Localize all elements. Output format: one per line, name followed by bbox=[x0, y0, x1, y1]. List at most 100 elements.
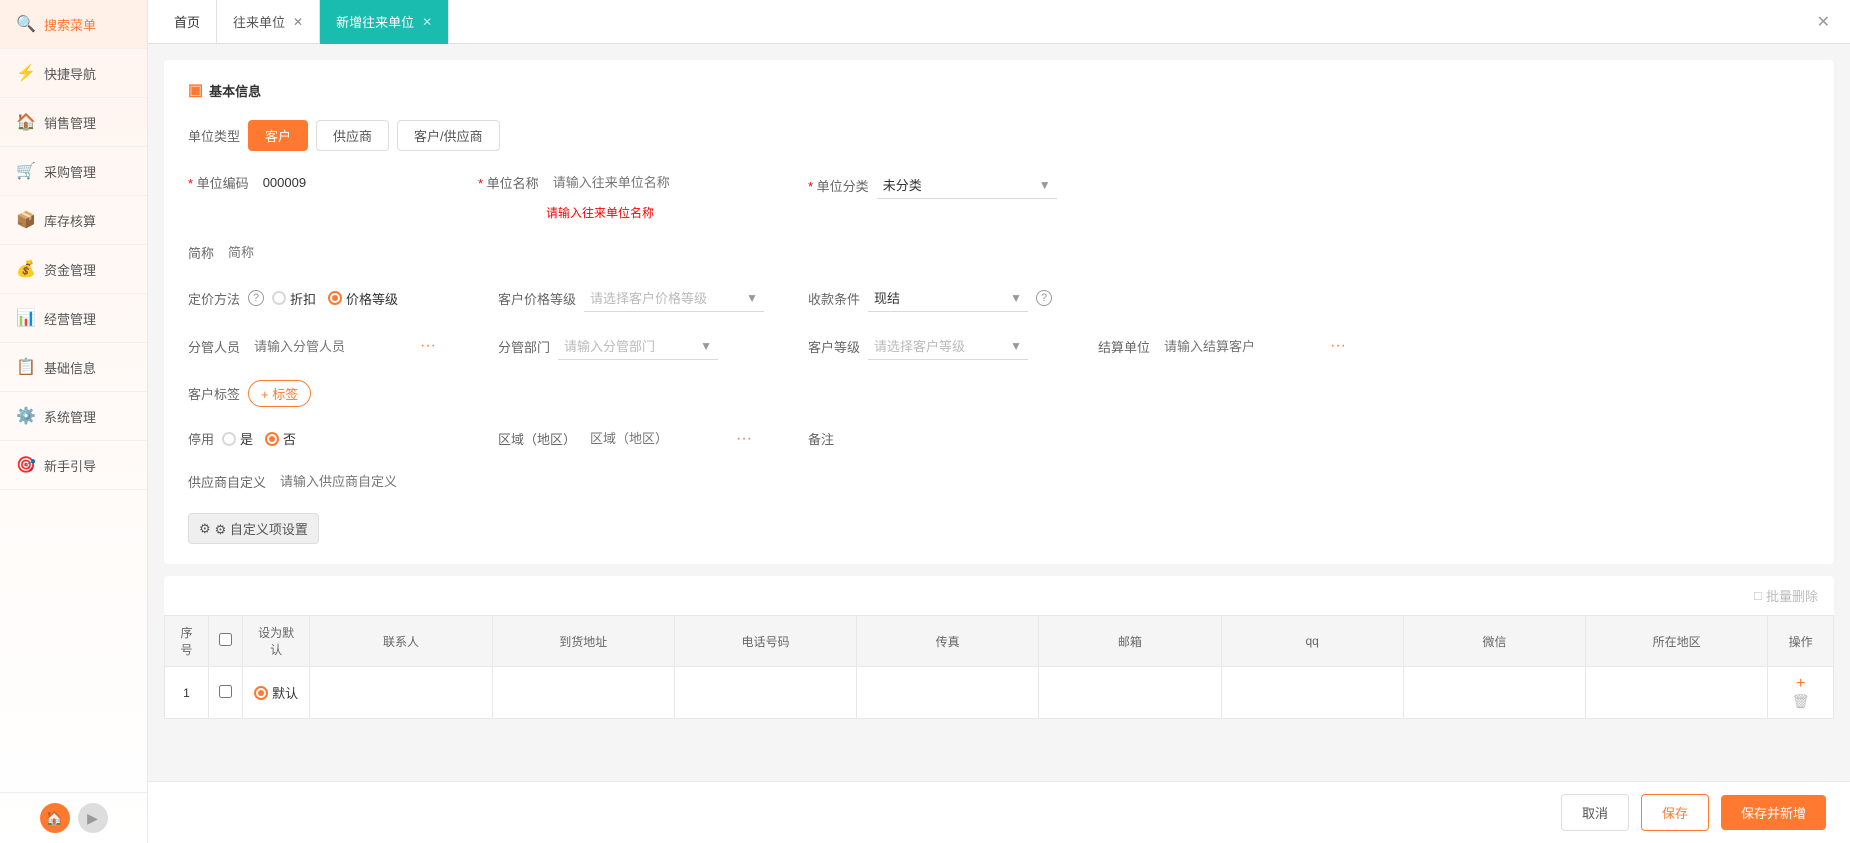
tag-row: 客户标签 + 标签 bbox=[188, 380, 1810, 407]
sidebar-item-sales[interactable]: 🏠 销售管理 bbox=[0, 98, 147, 147]
unit-type-group: 单位类型 客户 供应商 客户/供应商 bbox=[188, 120, 500, 151]
region-table-input[interactable] bbox=[1596, 685, 1757, 700]
row-checkbox[interactable] bbox=[219, 685, 232, 698]
customer-price-select[interactable]: 请选择客户价格等级 ▼ bbox=[584, 284, 764, 312]
col-fax: 传真 bbox=[857, 616, 1039, 667]
unit-type-customer-btn[interactable]: 客户 bbox=[248, 120, 308, 151]
default-radio[interactable]: 默认 bbox=[253, 683, 299, 702]
sidebar-item-guide[interactable]: 🎯 新手引导 bbox=[0, 441, 147, 490]
save-and-add-button[interactable]: 保存并新增 bbox=[1721, 795, 1826, 830]
unit-name-group: 单位名称 请输入往来单位名称 bbox=[478, 171, 798, 221]
customer-tag-group: 客户标签 + 标签 bbox=[188, 380, 311, 407]
search-icon: 🔍 bbox=[16, 14, 36, 34]
qq-input[interactable] bbox=[1232, 685, 1393, 700]
manager-input[interactable] bbox=[248, 335, 408, 358]
row-add-icon[interactable]: + bbox=[1792, 675, 1809, 692]
batch-delete-icon: □ bbox=[1754, 588, 1762, 603]
batch-delete-button[interactable]: □ 批量删除 bbox=[1754, 586, 1818, 605]
address-input[interactable] bbox=[503, 685, 664, 700]
payment-terms-group: 收款条件 现结 ▼ ? bbox=[808, 284, 1052, 312]
pricing-help-icon[interactable]: ? bbox=[248, 290, 264, 306]
abbr-group: 简称 bbox=[188, 241, 502, 264]
cell-address bbox=[492, 667, 674, 719]
sidebar-arrow-btn[interactable]: ▶ bbox=[78, 803, 108, 833]
abbr-input[interactable] bbox=[222, 241, 502, 264]
add-tag-button[interactable]: + 标签 bbox=[248, 380, 311, 407]
tab-new-partner[interactable]: 新增往来单位 ✕ bbox=[320, 0, 449, 44]
price-level-radio[interactable]: 价格等级 bbox=[328, 289, 398, 308]
tab-partner[interactable]: 往来单位 ✕ bbox=[217, 0, 320, 44]
wechat-input[interactable] bbox=[1414, 685, 1575, 700]
manager-more-icon[interactable]: ··· bbox=[416, 337, 440, 355]
disabled-no-radio[interactable]: 否 bbox=[265, 429, 296, 448]
sidebar-item-purchase[interactable]: 🛒 采购管理 bbox=[0, 147, 147, 196]
close-partner-tab-icon[interactable]: ✕ bbox=[293, 15, 303, 29]
contact-input[interactable] bbox=[320, 685, 481, 700]
sidebar-item-search[interactable]: 🔍 搜索菜单 bbox=[0, 0, 147, 49]
disabled-yes-radio[interactable]: 是 bbox=[222, 429, 253, 448]
cell-fax bbox=[857, 667, 1039, 719]
discount-radio[interactable]: 折扣 bbox=[272, 289, 316, 308]
guide-icon: 🎯 bbox=[16, 455, 36, 475]
level-chevron-icon: ▼ bbox=[1010, 339, 1022, 353]
unit-code-input[interactable] bbox=[257, 171, 437, 194]
customize-settings-button[interactable]: ⚙ ⚙ 自定义项设置 bbox=[188, 513, 319, 544]
contact-table-section: □ 批量删除 序号 设为默认 联系人 到货地址 电话号码 传真 邮箱 qq bbox=[164, 576, 1834, 719]
sidebar-item-finance[interactable]: 💰 资金管理 bbox=[0, 245, 147, 294]
fax-input[interactable] bbox=[867, 685, 1028, 700]
phone-input[interactable] bbox=[685, 685, 846, 700]
unit-type-supplier-btn[interactable]: 供应商 bbox=[316, 120, 389, 151]
sidebar-item-basic[interactable]: 📋 基础信息 bbox=[0, 343, 147, 392]
contact-table: 序号 设为默认 联系人 到货地址 电话号码 传真 邮箱 qq 微信 所在地区 操… bbox=[164, 615, 1834, 719]
save-button[interactable]: 保存 bbox=[1641, 794, 1709, 831]
close-all-tabs-icon[interactable]: ✕ bbox=[1807, 12, 1840, 32]
price-level-radio-circle bbox=[328, 291, 342, 305]
unit-name-label: 单位名称 bbox=[478, 173, 539, 192]
col-phone: 电话号码 bbox=[674, 616, 856, 667]
customer-level-select[interactable]: 请选择客户等级 ▼ bbox=[868, 332, 1028, 360]
remark-group: 备注 bbox=[808, 427, 1142, 450]
supplier-custom-row: 供应商自定义 bbox=[188, 470, 1810, 493]
col-address: 到货地址 bbox=[492, 616, 674, 667]
unit-category-select[interactable]: 未分类 ▼ bbox=[877, 171, 1057, 199]
no-radio-circle bbox=[265, 432, 279, 446]
disabled-group: 停用 是 否 bbox=[188, 429, 488, 448]
sidebar-item-system[interactable]: ⚙️ 系统管理 bbox=[0, 392, 147, 441]
unit-name-input[interactable] bbox=[547, 171, 767, 194]
settlement-more-icon[interactable]: ··· bbox=[1326, 337, 1350, 355]
cart-icon: 🛒 bbox=[16, 161, 36, 181]
region-more-icon[interactable]: ··· bbox=[732, 430, 756, 448]
remark-label: 备注 bbox=[808, 429, 834, 448]
cancel-button[interactable]: 取消 bbox=[1561, 794, 1629, 831]
pricing-row: 定价方法 ? 折扣 价格等级 客户价格等级 bbox=[188, 284, 1810, 312]
remark-input[interactable] bbox=[842, 427, 1142, 450]
cell-wechat bbox=[1403, 667, 1585, 719]
email-input[interactable] bbox=[1049, 685, 1210, 700]
gear-icon: ⚙️ bbox=[16, 406, 36, 426]
unit-type-row: 单位类型 客户 供应商 客户/供应商 bbox=[188, 120, 1810, 151]
close-new-partner-tab-icon[interactable]: ✕ bbox=[422, 15, 432, 29]
supplier-custom-input[interactable] bbox=[274, 470, 554, 493]
manager-row: 分管人员 ··· 分管部门 请输入分管部门 ▼ 客户等级 请选择客户等级 ▼ bbox=[188, 332, 1810, 360]
department-label: 分管部门 bbox=[498, 337, 550, 356]
row-delete-icon[interactable]: 🗑 bbox=[1788, 693, 1814, 709]
department-select[interactable]: 请输入分管部门 ▼ bbox=[558, 332, 718, 360]
tab-home[interactable]: 首页 bbox=[158, 0, 217, 44]
sidebar-home-btn[interactable]: 🏠 bbox=[40, 803, 70, 833]
customer-level-label: 客户等级 bbox=[808, 337, 860, 356]
customer-level-group: 客户等级 请选择客户等级 ▼ bbox=[808, 332, 1088, 360]
customer-price-level-group: 客户价格等级 请选择客户价格等级 ▼ bbox=[498, 284, 798, 312]
settlement-input[interactable] bbox=[1158, 335, 1318, 358]
region-input[interactable] bbox=[584, 427, 724, 450]
settlement-label: 结算单位 bbox=[1098, 337, 1150, 356]
payment-help-icon[interactable]: ? bbox=[1036, 290, 1052, 306]
sidebar-item-ops[interactable]: 📊 经营管理 bbox=[0, 294, 147, 343]
col-seq: 序号 bbox=[165, 616, 209, 667]
sidebar-item-quick-nav[interactable]: ⚡ 快捷导航 bbox=[0, 49, 147, 98]
select-all-checkbox[interactable] bbox=[219, 633, 232, 646]
payment-chevron-icon: ▼ bbox=[1010, 291, 1022, 305]
payment-terms-select[interactable]: 现结 ▼ bbox=[868, 284, 1028, 312]
unit-type-both-btn[interactable]: 客户/供应商 bbox=[397, 120, 500, 151]
sidebar-item-inventory[interactable]: 📦 库存核算 bbox=[0, 196, 147, 245]
disabled-row: 停用 是 否 区域（地区） ··· bbox=[188, 427, 1810, 450]
